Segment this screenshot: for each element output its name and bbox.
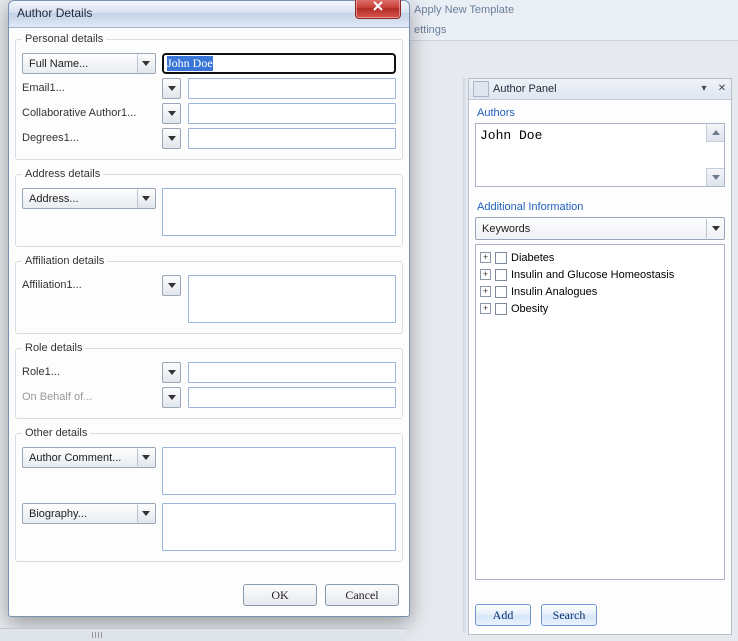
email-label: Email1... xyxy=(22,78,156,94)
authors-list-box[interactable]: John Doe xyxy=(475,123,725,187)
chevron-down-icon xyxy=(712,175,720,180)
expand-icon[interactable]: + xyxy=(480,269,491,280)
author-details-dialog: Author Details Personal details Full Nam… xyxy=(8,0,410,617)
splitter[interactable] xyxy=(463,78,467,633)
authors-list-content[interactable]: John Doe xyxy=(480,128,706,182)
tree-item: + Diabetes xyxy=(480,249,720,266)
personal-details-group: Personal details Full Name... Email1... … xyxy=(15,33,403,160)
author-comment-input[interactable] xyxy=(162,447,396,495)
address-details-group: Address details Address... xyxy=(15,168,403,247)
degrees-label: Degrees1... xyxy=(22,128,156,144)
close-icon xyxy=(372,1,384,11)
authors-heading: Authors xyxy=(477,107,723,119)
biography-combo[interactable]: Biography... xyxy=(22,503,156,524)
chevron-down-icon[interactable] xyxy=(137,504,154,523)
email-dropdown[interactable] xyxy=(162,78,181,99)
degrees-input[interactable] xyxy=(188,128,396,149)
biography-input[interactable] xyxy=(162,503,396,551)
onbehalf-input[interactable] xyxy=(188,387,396,408)
panel-title: Author Panel xyxy=(493,83,557,95)
scroll-up-button[interactable] xyxy=(706,124,724,142)
dialog-title: Author Details xyxy=(17,6,92,20)
checkbox[interactable] xyxy=(495,269,507,281)
add-button[interactable]: Add xyxy=(475,604,531,626)
address-combo[interactable]: Address... xyxy=(22,188,156,209)
role-dropdown[interactable] xyxy=(162,362,181,383)
full-name-combo[interactable]: Full Name... xyxy=(22,53,156,74)
chevron-down-icon[interactable] xyxy=(137,189,154,208)
collab-author-label: Collaborative Author1... xyxy=(22,103,156,119)
affiliation-dropdown[interactable] xyxy=(162,275,181,296)
checkbox[interactable] xyxy=(495,303,507,315)
scroll-down-button[interactable] xyxy=(706,168,724,186)
keywords-select[interactable]: Keywords xyxy=(475,217,725,240)
affiliation-details-legend: Affiliation details xyxy=(22,255,107,267)
chevron-up-icon xyxy=(712,130,720,135)
statusbar xyxy=(0,628,406,641)
checkbox[interactable] xyxy=(495,252,507,264)
expand-icon[interactable]: + xyxy=(480,252,491,263)
role-details-group: Role details Role1... On Behalf of... xyxy=(15,342,403,419)
search-button[interactable]: Search xyxy=(541,604,597,626)
panel-header[interactable]: Author Panel ▾ ✕ xyxy=(469,79,731,100)
affiliation-details-group: Affiliation details Affiliation1... xyxy=(15,255,403,334)
cancel-button[interactable]: Cancel xyxy=(325,584,399,606)
role-label: Role1... xyxy=(22,362,156,378)
degrees-dropdown[interactable] xyxy=(162,128,181,149)
panel-close-icon[interactable]: ✕ xyxy=(715,81,729,95)
full-name-input[interactable] xyxy=(162,53,396,74)
dialog-titlebar[interactable]: Author Details xyxy=(9,1,409,28)
chevron-down-icon[interactable] xyxy=(137,448,154,467)
expand-icon[interactable]: + xyxy=(480,286,491,297)
collab-author-input[interactable] xyxy=(188,103,396,124)
onbehalf-dropdown[interactable] xyxy=(162,387,181,408)
ribbon-background: Apply New Template ettings xyxy=(406,0,738,41)
ok-button[interactable]: OK xyxy=(243,584,317,606)
checkbox[interactable] xyxy=(495,286,507,298)
expand-icon[interactable]: + xyxy=(480,303,491,314)
keywords-tree[interactable]: + Diabetes + Insulin and Glucose Homeost… xyxy=(475,244,725,580)
additional-info-heading: Additional Information xyxy=(477,201,723,213)
panel-icon xyxy=(473,81,489,97)
chevron-down-icon[interactable] xyxy=(706,219,724,238)
close-button[interactable] xyxy=(355,0,401,19)
grip-icon[interactable] xyxy=(92,632,102,638)
author-comment-combo[interactable]: Author Comment... xyxy=(22,447,156,468)
tree-item-label[interactable]: Diabetes xyxy=(511,252,554,264)
ribbon-item-settings[interactable]: ettings xyxy=(406,20,738,40)
address-input[interactable] xyxy=(162,188,396,236)
role-input[interactable] xyxy=(188,362,396,383)
tree-item: + Insulin and Glucose Homeostasis xyxy=(480,266,720,283)
other-details-legend: Other details xyxy=(22,427,90,439)
personal-details-legend: Personal details xyxy=(22,33,106,45)
tree-item: + Obesity xyxy=(480,300,720,317)
address-details-legend: Address details xyxy=(22,168,103,180)
chevron-down-icon[interactable] xyxy=(137,54,154,73)
author-panel: Author Panel ▾ ✕ Authors John Doe Additi… xyxy=(468,78,732,635)
ribbon-item-template[interactable]: Apply New Template xyxy=(406,0,738,20)
onbehalf-label: On Behalf of... xyxy=(22,387,156,403)
tree-item-label[interactable]: Obesity xyxy=(511,303,548,315)
other-details-group: Other details Author Comment... Biograph… xyxy=(15,427,403,562)
affiliation-input[interactable] xyxy=(188,275,396,323)
role-details-legend: Role details xyxy=(22,342,85,354)
email-input[interactable] xyxy=(188,78,396,99)
panel-menu-icon[interactable]: ▾ xyxy=(697,81,711,95)
tree-item-label[interactable]: Insulin and Glucose Homeostasis xyxy=(511,269,674,281)
tree-item: + Insulin Analogues xyxy=(480,283,720,300)
collab-author-dropdown[interactable] xyxy=(162,103,181,124)
affiliation-label: Affiliation1... xyxy=(22,275,156,291)
tree-item-label[interactable]: Insulin Analogues xyxy=(511,286,597,298)
